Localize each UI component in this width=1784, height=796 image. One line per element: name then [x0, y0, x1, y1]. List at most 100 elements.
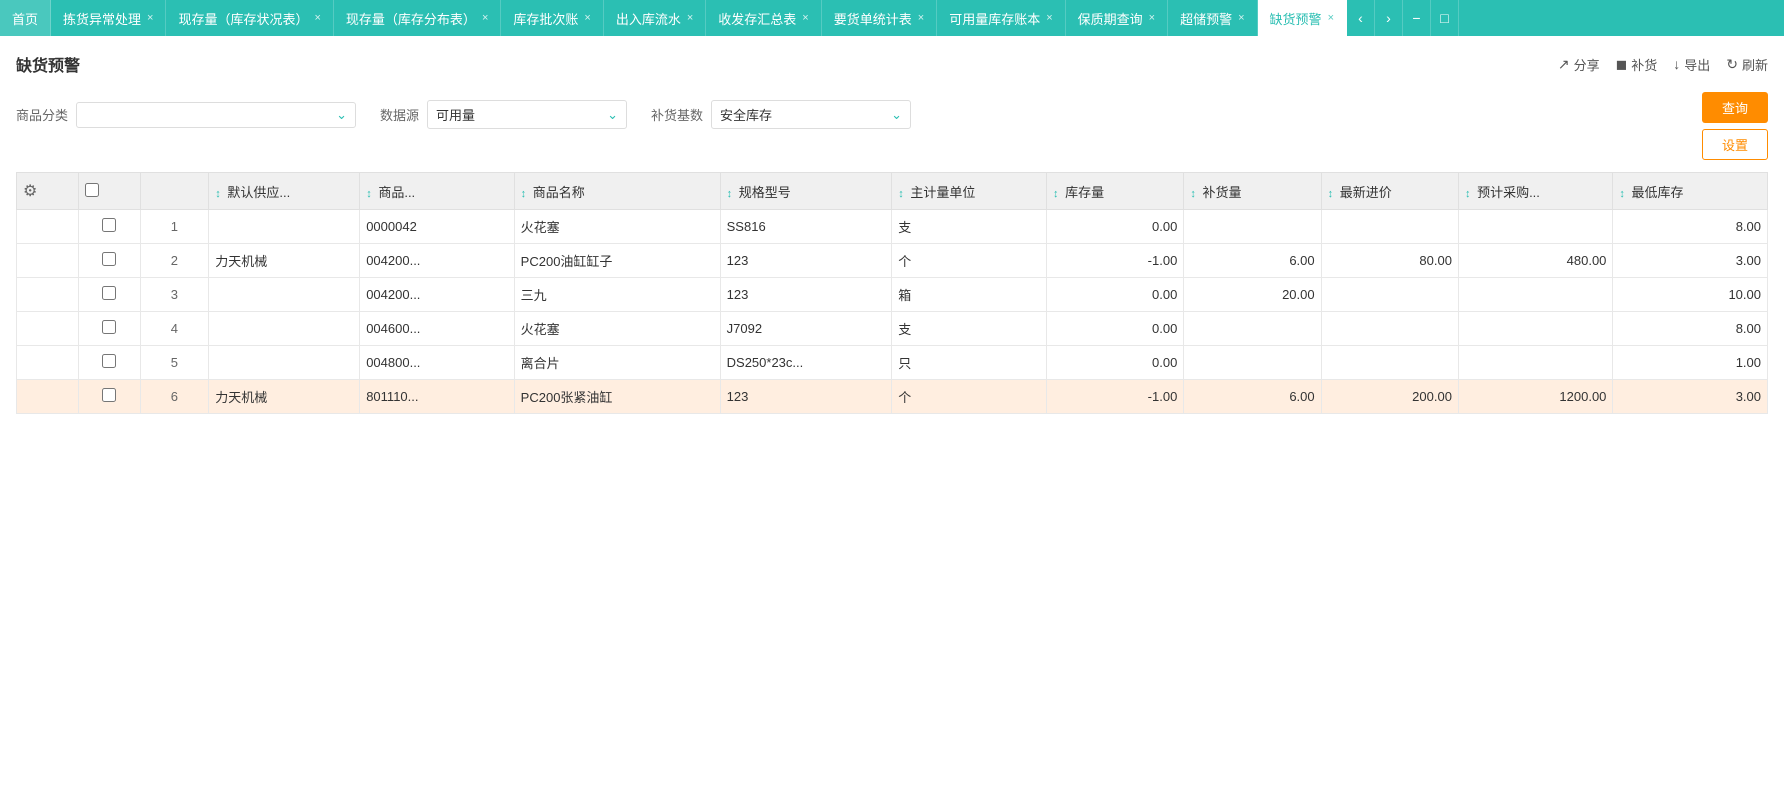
tab-close-stock-status[interactable]: × — [314, 12, 320, 24]
sort-estimated-icon: ↕ — [1465, 188, 1471, 200]
tab-order-stat[interactable]: 要货单统计表 × — [822, 0, 937, 36]
tab-next-btn[interactable]: › — [1375, 0, 1403, 36]
row-num-1: 1 — [140, 210, 209, 244]
row-name-2: PC200油缸缸子 — [514, 244, 720, 278]
row-code-4: 004600... — [360, 312, 514, 346]
row-replenish-2: 6.00 — [1184, 244, 1321, 278]
tab-close-collection[interactable]: × — [802, 12, 808, 24]
row-settings-cell — [17, 278, 79, 312]
tab-close-stock-dist[interactable]: × — [482, 12, 488, 24]
row-checkbox-4[interactable] — [102, 320, 116, 334]
col-header-num — [140, 173, 209, 210]
refresh-button[interactable]: ↻ 刷新 — [1726, 55, 1768, 74]
datasource-select[interactable]: 可用量 ⌄ — [427, 100, 627, 129]
col-header-unit: ↕ 主计量单位 — [892, 173, 1047, 210]
row-price-4 — [1321, 312, 1458, 346]
row-price-2: 80.00 — [1321, 244, 1458, 278]
refresh-icon: ↻ — [1726, 56, 1738, 73]
row-checkbox-1[interactable] — [102, 218, 116, 232]
tab-maximize-btn[interactable]: □ — [1431, 0, 1459, 36]
datasource-select-value: 可用量 — [436, 105, 599, 124]
tab-available[interactable]: 可用量库存账本 × — [937, 0, 1065, 36]
tab-close-abnormal[interactable]: × — [147, 12, 153, 24]
row-supplier-4 — [209, 312, 360, 346]
tab-minimize-btn[interactable]: − — [1403, 0, 1431, 36]
export-button[interactable]: ↓ 导出 — [1673, 55, 1710, 74]
col-header-stock: ↕ 库存量 — [1047, 173, 1184, 210]
sort-min-stock-icon: ↕ — [1619, 188, 1625, 200]
row-stock-1: 0.00 — [1047, 210, 1184, 244]
row-replenish-6: 6.00 — [1184, 380, 1321, 414]
row-spec-4: J7092 — [720, 312, 892, 346]
data-table: ⚙ ↕ 默认供应... ↕ 商品... ↕ 商品名称 — [16, 172, 1768, 414]
row-estimated-2: 480.00 — [1458, 244, 1612, 278]
tab-shortage[interactable]: 缺货预警 × — [1258, 0, 1347, 36]
sort-supplier-icon: ↕ — [215, 188, 221, 200]
query-button[interactable]: 查询 — [1702, 92, 1768, 123]
row-supplier-3 — [209, 278, 360, 312]
datasource-filter-group: 数据源 可用量 ⌄ — [380, 100, 627, 129]
col-header-spec: ↕ 规格型号 — [720, 173, 892, 210]
row-spec-5: DS250*23c... — [720, 346, 892, 380]
replenish-base-value: 安全库存 — [720, 105, 883, 124]
category-dropdown-icon: ⌄ — [336, 107, 347, 123]
share-button[interactable]: ↗ 分享 — [1558, 55, 1600, 74]
replenish-button[interactable]: ◼ 补货 — [1616, 55, 1658, 74]
tab-abnormal[interactable]: 拣货异常处理 × — [51, 0, 166, 36]
row-settings-cell — [17, 312, 79, 346]
tab-home[interactable]: 首页 — [0, 0, 51, 36]
header-actions: ↗ 分享 ◼ 补货 ↓ 导出 ↻ 刷新 — [1558, 55, 1768, 74]
category-filter-group: 商品分类 ⌄ — [16, 102, 356, 128]
row-name-1: 火花塞 — [514, 210, 720, 244]
tab-close-order-stat[interactable]: × — [918, 12, 924, 24]
tab-close-inout[interactable]: × — [687, 12, 693, 24]
tab-overstock[interactable]: 超储预警 × — [1168, 0, 1257, 36]
replenish-base-select[interactable]: 安全库存 ⌄ — [711, 100, 911, 129]
tab-prev-btn[interactable]: ‹ — [1347, 0, 1375, 36]
col-header-code: ↕ 商品... — [360, 173, 514, 210]
category-select[interactable]: ⌄ — [76, 102, 356, 128]
replenish-icon: ◼ — [1616, 56, 1628, 73]
tab-close-overstock[interactable]: × — [1238, 12, 1244, 24]
row-check-cell — [78, 210, 140, 244]
page-content: 缺货预警 ↗ 分享 ◼ 补货 ↓ 导出 ↻ 刷新 商品分类 — [0, 36, 1784, 796]
tab-stock-dist[interactable]: 现存量（库存分布表） × — [334, 0, 501, 36]
tab-inout[interactable]: 出入库流水 × — [604, 0, 706, 36]
row-stock-4: 0.00 — [1047, 312, 1184, 346]
tab-collection[interactable]: 收发存汇总表 × — [706, 0, 821, 36]
row-checkbox-5[interactable] — [102, 354, 116, 368]
tab-close-shortage[interactable]: × — [1328, 12, 1334, 24]
tab-expiry[interactable]: 保质期查询 × — [1066, 0, 1168, 36]
row-spec-6: 123 — [720, 380, 892, 414]
replenish-base-label: 补货基数 — [651, 105, 703, 124]
sort-price-icon: ↕ — [1328, 188, 1334, 200]
tab-batch[interactable]: 库存批次账 × — [501, 0, 603, 36]
tab-stock-status[interactable]: 现存量（库存状况表） × — [166, 0, 333, 36]
category-label: 商品分类 — [16, 105, 68, 124]
col-header-settings: ⚙ — [17, 173, 79, 210]
row-supplier-6: 力天机械 — [209, 380, 360, 414]
row-supplier-2: 力天机械 — [209, 244, 360, 278]
settings-button[interactable]: 设置 — [1702, 129, 1768, 160]
select-all-checkbox[interactable] — [85, 183, 99, 197]
col-header-name: ↕ 商品名称 — [514, 173, 720, 210]
row-checkbox-3[interactable] — [102, 286, 116, 300]
tab-close-available[interactable]: × — [1046, 12, 1052, 24]
sort-replenish-icon: ↕ — [1190, 188, 1196, 200]
tab-close-batch[interactable]: × — [584, 12, 590, 24]
row-estimated-4 — [1458, 312, 1612, 346]
settings-gear-icon[interactable]: ⚙ — [23, 183, 37, 200]
page-header: 缺货预警 ↗ 分享 ◼ 补货 ↓ 导出 ↻ 刷新 — [16, 52, 1768, 76]
row-code-3: 004200... — [360, 278, 514, 312]
row-code-6: 801110... — [360, 380, 514, 414]
tab-close-expiry[interactable]: × — [1149, 12, 1155, 24]
row-stock-2: -1.00 — [1047, 244, 1184, 278]
table-body: 1 0000042 火花塞 SS816 支 0.00 8.00 2 力天机械 0… — [17, 210, 1768, 414]
row-stock-3: 0.00 — [1047, 278, 1184, 312]
row-checkbox-6[interactable] — [102, 388, 116, 402]
row-checkbox-2[interactable] — [102, 252, 116, 266]
tab-bar: 首页 拣货异常处理 × 现存量（库存状况表） × 现存量（库存分布表） × 库存… — [0, 0, 1784, 36]
row-num-5: 5 — [140, 346, 209, 380]
table-row: 5 004800... 离合片 DS250*23c... 只 0.00 1.00 — [17, 346, 1768, 380]
row-num-4: 4 — [140, 312, 209, 346]
